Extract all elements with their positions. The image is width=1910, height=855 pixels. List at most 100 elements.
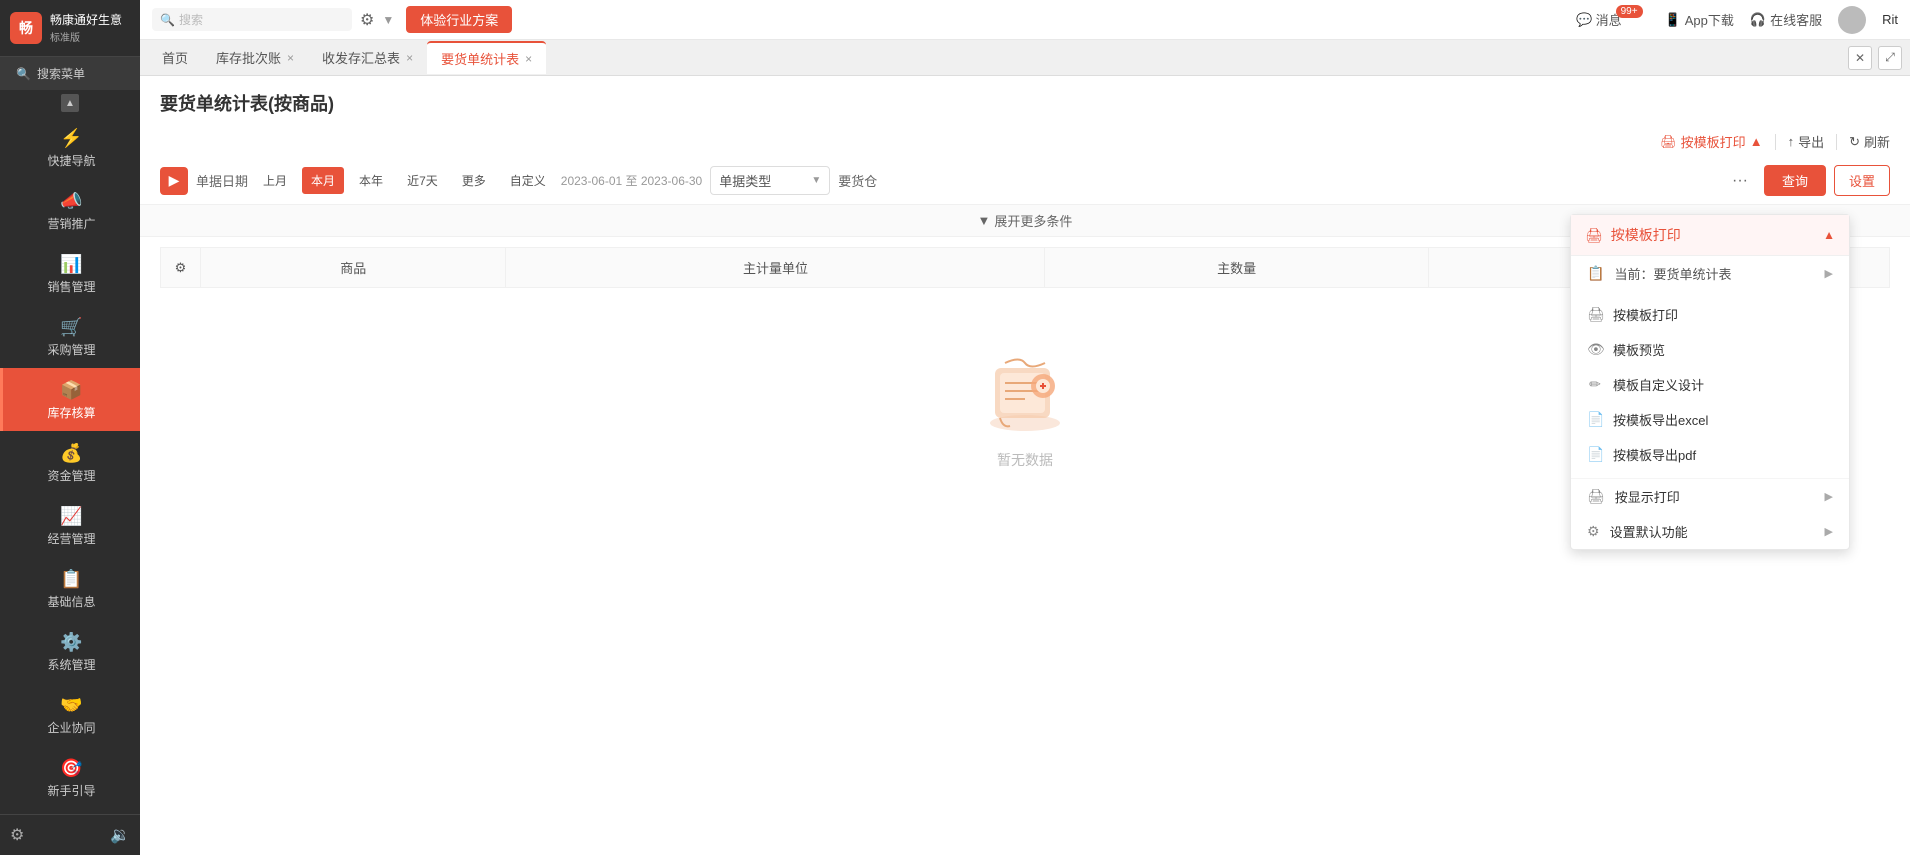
dropdown-display-print[interactable]: 🖨 按显示打印 ▶ (1571, 479, 1849, 514)
tab-close-inventory-batch[interactable]: × (287, 51, 294, 65)
finance-icon: 💰 (60, 443, 82, 464)
main-content: 🔍 搜索 ⚙ ▼ 体验行业方案 💬 消息 99+ 📱 App下载 🎧 在线客服 (140, 0, 1910, 855)
dropdown-set-default[interactable]: ⚙ 设置默认功能 ▶ (1571, 514, 1849, 549)
dropdown-template-print[interactable]: 🖨 按模板打印 (1571, 297, 1849, 332)
sidebar-item-purchase[interactable]: 🛒 采购管理 (0, 305, 140, 368)
refresh-icon: ↻ (1849, 134, 1860, 150)
expand-icon: ▼ (978, 213, 991, 228)
dropdown-template-export-excel[interactable]: 📄 按模板导出excel (1571, 402, 1849, 437)
dropdown-main-section: 🖨 按模板打印 👁 模板预览 ✏ 模板自定义设计 📄 按模板导出excel 📄 (1571, 291, 1849, 479)
message-badge: 99+ (1616, 5, 1643, 18)
tab-order-stats[interactable]: 要货单统计表 × (427, 41, 546, 74)
toolbar: ▶ 单据日期 上月 本月 本年 近7天 更多 自定义 2023-06-01 至 … (140, 157, 1910, 205)
headset-icon: 🎧 (1750, 12, 1766, 28)
date-custom-btn[interactable]: 自定义 (501, 167, 555, 194)
topbar-search-icon: 🔍 (160, 13, 175, 27)
divider (1775, 134, 1776, 150)
topbar-gear-icon[interactable]: ⚙ (360, 10, 374, 30)
export-link[interactable]: ↑ 导出 (1788, 132, 1825, 151)
user-avatar[interactable] (1838, 6, 1866, 34)
trial-btn[interactable]: 体验行业方案 (406, 6, 512, 33)
app-download-area[interactable]: 📱 App下载 (1665, 10, 1734, 29)
print-template-link[interactable]: 🖨 按模板打印 ▲ (1660, 132, 1762, 151)
tab-maximize-btn[interactable]: ⤢ (1878, 46, 1902, 70)
tab-close-all-btn[interactable]: ✕ (1848, 46, 1872, 70)
dropdown-template-preview[interactable]: 👁 模板预览 (1571, 332, 1849, 367)
sidebar-item-quick-nav[interactable]: ⚡ 快捷导航 (0, 116, 140, 179)
empty-icon (975, 348, 1075, 438)
current-template-item[interactable]: 📋 当前：要货单统计表 ▶ (1571, 256, 1849, 291)
print-icon: 🖨 (1660, 134, 1677, 150)
dropdown-template-export-pdf[interactable]: 📄 按模板导出pdf (1571, 437, 1849, 472)
dropdown-collapse-icon: ▲ (1823, 228, 1835, 242)
current-template-arrow: ▶ (1825, 267, 1833, 280)
query-button[interactable]: 查询 (1764, 165, 1826, 196)
col-product: 商品 (201, 248, 506, 288)
sidebar-bottom: ⚙ 🔉 (0, 814, 140, 855)
tab-close-order-stats[interactable]: × (525, 52, 532, 66)
tab-close-receipt-summary[interactable]: × (406, 51, 413, 65)
require-goods-section: 要货仓 (838, 171, 877, 190)
template-custom-icon: ✏ (1587, 376, 1603, 393)
print-dropdown: 🖨 按模板打印 ▲ 📋 当前：要货单统计表 ▶ 🖨 按模板打印 (1570, 214, 1850, 550)
topbar: 🔍 搜索 ⚙ ▼ 体验行业方案 💬 消息 99+ 📱 App下载 🎧 在线客服 (140, 0, 1910, 40)
date-prev-month-btn[interactable]: 上月 (254, 167, 296, 194)
template-pdf-icon: 📄 (1587, 446, 1603, 463)
app-logo-icon: 畅 (10, 12, 42, 44)
sidebar-item-system[interactable]: ⚙️ 系统管理 (0, 620, 140, 683)
date-more-btn[interactable]: 更多 (453, 167, 495, 194)
sidebar-logo: 畅 畅康通好生意 标准版 (0, 0, 140, 57)
order-type-section: 单据类型 ▼ (710, 166, 830, 195)
settings-button[interactable]: 设置 (1834, 165, 1890, 196)
tab-inventory-batch[interactable]: 库存批次账 × (202, 42, 308, 73)
sidebar-item-operation[interactable]: 📈 经营管理 (0, 494, 140, 557)
inventory-icon: 📦 (60, 380, 82, 401)
current-template-icon: 📋 (1587, 265, 1604, 282)
purchase-icon: 🛒 (60, 317, 82, 338)
display-print-arrow: ▶ (1825, 490, 1833, 503)
system-icon: ⚙️ (60, 632, 82, 653)
sidebar-item-finance[interactable]: 💰 资金管理 (0, 431, 140, 494)
sidebar-item-marketing[interactable]: 📣 营销推广 (0, 179, 140, 242)
sidebar-nav: ▲ ⚡ 快捷导航 📣 营销推广 📊 销售管理 🛒 采购管理 📦 库存核算 💰 资… (0, 90, 140, 814)
cooperation-icon: 🤝 (60, 695, 82, 716)
template-preview-icon: 👁 (1587, 341, 1603, 358)
empty-text: 暂无数据 (997, 450, 1053, 470)
app-logo-text: 畅康通好生意 标准版 (50, 12, 122, 44)
date-range: 2023-06-01 至 2023-06-30 (561, 172, 702, 189)
date-current-month-btn[interactable]: 本月 (302, 167, 344, 194)
refresh-link[interactable]: ↻ 刷新 (1849, 132, 1890, 151)
template-excel-icon: 📄 (1587, 411, 1603, 428)
set-default-arrow: ▶ (1825, 525, 1833, 538)
dropdown-template-custom[interactable]: ✏ 模板自定义设计 (1571, 367, 1849, 402)
scroll-up-button[interactable]: ▲ (61, 94, 79, 112)
sidebar-item-sales[interactable]: 📊 销售管理 (0, 242, 140, 305)
date-current-year-btn[interactable]: 本年 (350, 167, 392, 194)
basic-icon: 📋 (60, 569, 82, 590)
online-support-area[interactable]: 🎧 在线客服 (1750, 10, 1822, 29)
sidebar-item-cooperation[interactable]: 🤝 企业协同 (0, 683, 140, 746)
date-last7-btn[interactable]: 近7天 (398, 167, 447, 194)
col-settings[interactable]: ⚙ (161, 248, 201, 288)
order-type-select[interactable]: 单据类型 ▼ (710, 166, 830, 195)
tab-receipt-summary[interactable]: 收发存汇总表 × (308, 42, 427, 73)
topbar-search[interactable]: 🔍 搜索 (152, 8, 352, 31)
toolbar-expand-btn[interactable]: ▶ (160, 167, 188, 195)
sidebar-item-newbie[interactable]: 🎯 新手引导 (0, 746, 140, 809)
dropdown-header[interactable]: 🖨 按模板打印 ▲ (1571, 215, 1849, 256)
sales-icon: 📊 (60, 254, 82, 275)
sidebar-item-inventory[interactable]: 📦 库存核算 (0, 368, 140, 431)
settings-icon[interactable]: ⚙ (10, 825, 24, 845)
sidebar-search[interactable]: 🔍 搜索菜单 (0, 57, 140, 90)
operation-icon: 📈 (60, 506, 82, 527)
sound-icon[interactable]: 🔉 (110, 825, 130, 845)
sidebar-item-basic[interactable]: 📋 基础信息 (0, 557, 140, 620)
date-section: 单据日期 上月 本月 本年 近7天 更多 自定义 2023-06-01 至 20… (196, 167, 702, 194)
search-icon: 🔍 (16, 67, 31, 81)
more-options-btn[interactable]: ··· (1724, 168, 1756, 194)
tab-home[interactable]: 首页 (148, 42, 202, 73)
message-area[interactable]: 💬 消息 99+ (1576, 10, 1648, 29)
template-print-icon: 🖨 (1587, 306, 1603, 323)
tabs-actions: ✕ ⤢ (1848, 46, 1902, 70)
topbar-username: Rit (1882, 12, 1898, 27)
